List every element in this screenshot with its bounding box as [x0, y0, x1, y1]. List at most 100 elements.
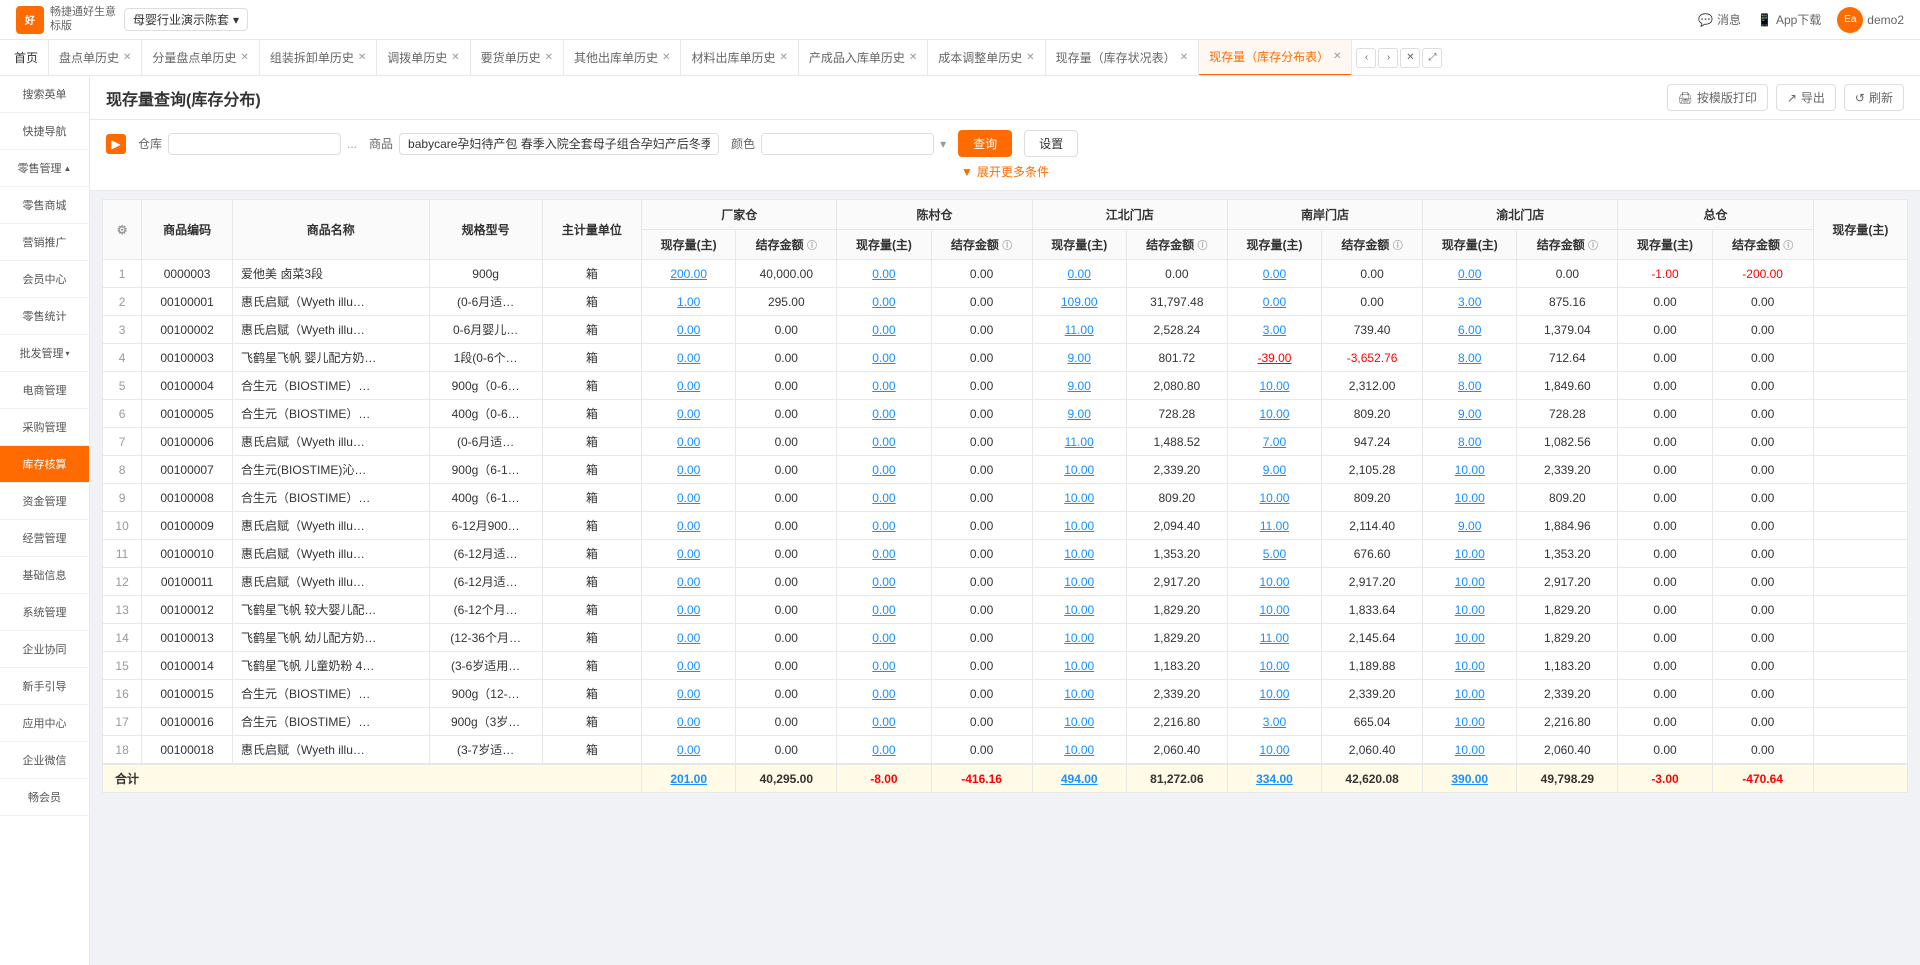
yb-stock[interactable]: 10.00 [1423, 680, 1517, 708]
total-c-stock[interactable]: -8.00 [837, 764, 931, 793]
tab-home[interactable]: 首页 [4, 40, 49, 76]
f-stock[interactable]: 0.00 [642, 652, 736, 680]
nb-stock[interactable]: 9.00 [1227, 456, 1321, 484]
c-stock[interactable]: 0.00 [837, 344, 931, 372]
yb-stock[interactable]: 8.00 [1423, 372, 1517, 400]
total-stock[interactable]: 0.00 [1618, 596, 1712, 624]
c-stock[interactable]: 0.00 [837, 428, 931, 456]
jb-stock[interactable]: 10.00 [1032, 736, 1126, 765]
nav-expand-arrow[interactable]: ⤢ [1422, 48, 1442, 68]
goods-input[interactable] [399, 133, 719, 155]
c-stock[interactable]: 0.00 [837, 540, 931, 568]
f-stock[interactable]: 0.00 [642, 316, 736, 344]
info-icon[interactable]: ⓘ [1002, 241, 1012, 252]
jb-stock[interactable]: 10.00 [1032, 568, 1126, 596]
nb-stock[interactable]: 10.00 [1227, 400, 1321, 428]
close-icon[interactable]: ✕ [909, 52, 917, 63]
jb-stock[interactable]: 10.00 [1032, 456, 1126, 484]
export-button[interactable]: ↗ 导出 [1776, 84, 1836, 111]
f-stock[interactable]: 0.00 [642, 736, 736, 765]
f-stock[interactable]: 0.00 [642, 596, 736, 624]
f-stock[interactable]: 0.00 [642, 568, 736, 596]
message-link[interactable]: 💬 消息 [1698, 11, 1741, 28]
c-stock[interactable]: 0.00 [837, 736, 931, 765]
settings-icon[interactable]: ⚙ [117, 223, 128, 237]
total-stock[interactable]: 0.00 [1618, 652, 1712, 680]
th-settings[interactable]: ⚙ [103, 200, 142, 260]
info-icon[interactable]: ⓘ [1783, 241, 1793, 252]
tab-cost-adjust[interactable]: 成本调整单历史 ✕ [928, 40, 1045, 76]
tab-assembly-history[interactable]: 组装拆卸单历史 ✕ [260, 40, 377, 76]
f-stock[interactable]: 0.00 [642, 344, 736, 372]
yb-stock[interactable]: 3.00 [1423, 288, 1517, 316]
close-icon[interactable]: ✕ [123, 52, 131, 63]
tab-stock-distribution[interactable]: 现存量（库存分布表） ✕ [1199, 40, 1352, 76]
total-stock[interactable]: 0.00 [1618, 344, 1712, 372]
sidebar-item-nav[interactable]: 快捷导航 [0, 113, 89, 150]
info-icon[interactable]: ⓘ [1588, 241, 1598, 252]
yb-stock[interactable]: 10.00 [1423, 708, 1517, 736]
table-container[interactable]: ⚙ 商品编码 商品名称 规格型号 主计量单位 厂家仓 陈村仓 江北门店 南岸门店… [90, 191, 1920, 965]
tab-outbound-history[interactable]: 其他出库单历史 ✕ [564, 40, 681, 76]
warehouse-dots[interactable]: ... [347, 137, 357, 151]
f-stock[interactable]: 0.00 [642, 428, 736, 456]
jb-stock[interactable]: 10.00 [1032, 596, 1126, 624]
nb-stock[interactable]: 11.00 [1227, 512, 1321, 540]
f-stock[interactable]: 0.00 [642, 372, 736, 400]
total-stock[interactable]: 0.00 [1618, 540, 1712, 568]
nb-stock[interactable]: 3.00 [1227, 316, 1321, 344]
total-stock[interactable]: 0.00 [1618, 568, 1712, 596]
sidebar-item-search[interactable]: 搜索英单 [0, 76, 89, 113]
yb-stock[interactable]: 10.00 [1423, 568, 1517, 596]
close-icon[interactable]: ✕ [1026, 52, 1034, 63]
tab-stocktake-history[interactable]: 盘点单历史 ✕ [49, 40, 142, 76]
f-stock[interactable]: 0.00 [642, 680, 736, 708]
yb-stock[interactable]: 0.00 [1423, 260, 1517, 288]
jb-stock[interactable]: 9.00 [1032, 400, 1126, 428]
close-icon[interactable]: ✕ [1333, 51, 1341, 62]
total-stock[interactable]: -3.00 [1618, 764, 1712, 793]
close-icon[interactable]: ✕ [1180, 52, 1188, 63]
f-stock[interactable]: 0.00 [642, 512, 736, 540]
sidebar-item-marketing[interactable]: 营销推广 [0, 224, 89, 261]
print-button[interactable]: 🖨 按模版打印 [1667, 84, 1768, 111]
sidebar-item-basic-info[interactable]: 基础信息 [0, 557, 89, 594]
total-stock[interactable]: 0.00 [1618, 372, 1712, 400]
tab-requisition-history[interactable]: 要货单历史 ✕ [471, 40, 564, 76]
total-stock[interactable]: -1.00 [1618, 260, 1712, 288]
jb-stock[interactable]: 11.00 [1032, 428, 1126, 456]
nb-stock[interactable]: 10.00 [1227, 736, 1321, 765]
close-icon[interactable]: ✕ [779, 52, 787, 63]
c-stock[interactable]: 0.00 [837, 400, 931, 428]
tab-fraction-stocktake[interactable]: 分量盘点单历史 ✕ [142, 40, 259, 76]
nb-stock[interactable]: 11.00 [1227, 624, 1321, 652]
c-stock[interactable]: 0.00 [837, 596, 931, 624]
info-icon[interactable]: ⓘ [807, 241, 817, 252]
nb-stock[interactable]: 7.00 [1227, 428, 1321, 456]
query-button[interactable]: 查询 [958, 130, 1012, 157]
sidebar-item-retail-stats[interactable]: 零售统计 [0, 298, 89, 335]
jb-stock[interactable]: 10.00 [1032, 652, 1126, 680]
sidebar-item-guide[interactable]: 新手引导 [0, 668, 89, 705]
c-stock[interactable]: 0.00 [837, 568, 931, 596]
yb-stock[interactable]: 10.00 [1423, 652, 1517, 680]
sidebar-item-operations[interactable]: 经营管理 [0, 520, 89, 557]
total-stock[interactable]: 0.00 [1618, 288, 1712, 316]
sidebar-item-inventory[interactable]: 库存核算 [0, 446, 89, 483]
nb-stock[interactable]: 10.00 [1227, 652, 1321, 680]
close-icon[interactable]: ✕ [545, 52, 553, 63]
total-jb-stock[interactable]: 494.00 [1032, 764, 1126, 793]
store-selector[interactable]: 母婴行业演示陈套 ▾ [124, 8, 248, 31]
c-stock[interactable]: 0.00 [837, 484, 931, 512]
c-stock[interactable]: 0.00 [837, 288, 931, 316]
tab-finished-goods[interactable]: 产成品入库单历史 ✕ [799, 40, 928, 76]
sidebar-item-member[interactable]: 会员中心 [0, 261, 89, 298]
f-stock[interactable]: 0.00 [642, 708, 736, 736]
sidebar-item-system[interactable]: 系统管理 [0, 594, 89, 631]
total-stock[interactable]: 0.00 [1618, 456, 1712, 484]
jb-stock[interactable]: 10.00 [1032, 680, 1126, 708]
jb-stock[interactable]: 11.00 [1032, 316, 1126, 344]
sidebar-item-apps[interactable]: 应用中心 [0, 705, 89, 742]
yb-stock[interactable]: 8.00 [1423, 428, 1517, 456]
total-stock[interactable]: 0.00 [1618, 708, 1712, 736]
